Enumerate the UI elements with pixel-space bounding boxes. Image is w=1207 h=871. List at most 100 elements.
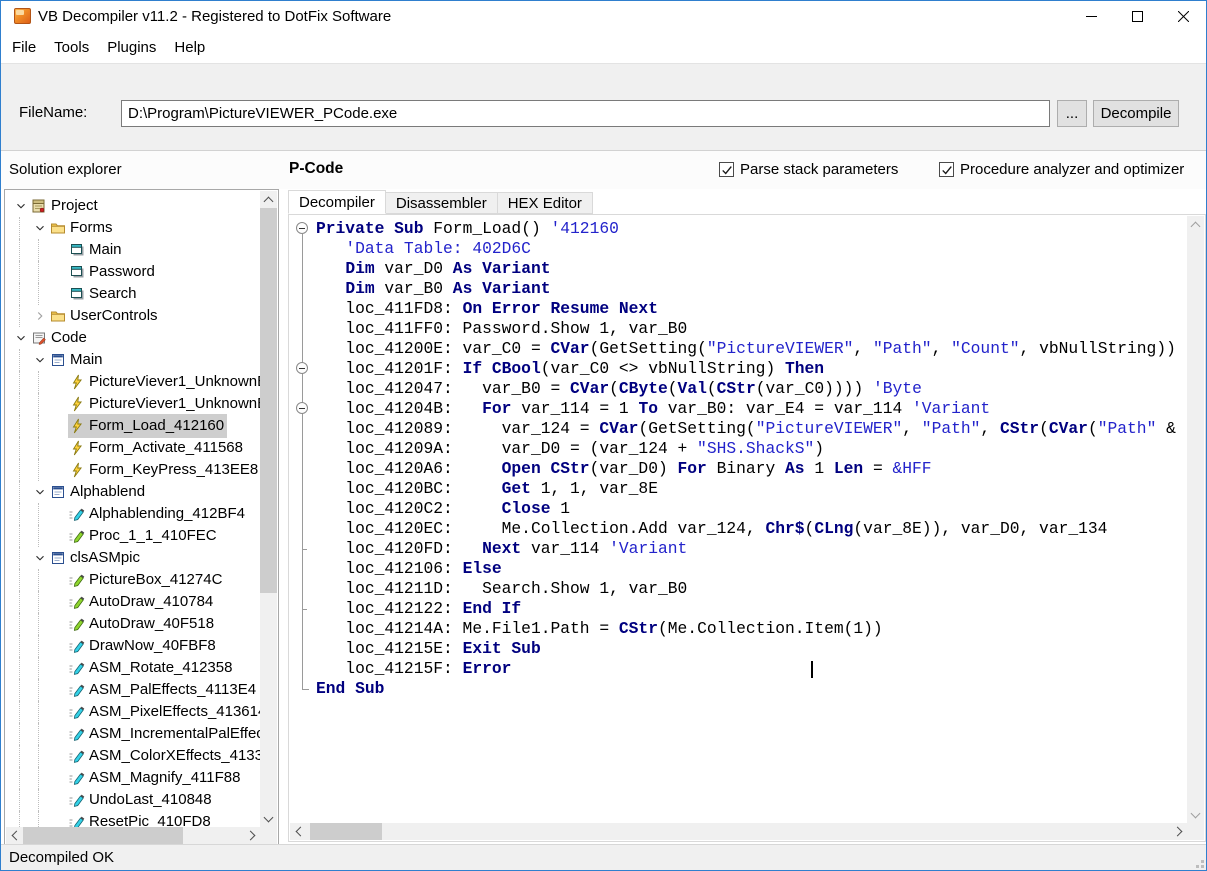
code-line[interactable]: Dim var_D0 As Variant (290, 259, 1187, 279)
tree-item-asm_rotate_412358[interactable]: ASM_Rotate_412358 (6, 657, 260, 679)
tree-item-form_load_412160[interactable]: Form_Load_412160 (6, 415, 260, 437)
chevron-expanded-icon[interactable] (31, 484, 49, 500)
code-line[interactable]: loc_41201F: If CBool(var_C0 <> vbNullStr… (290, 359, 1187, 379)
tree-item-form_keypress_413ee8[interactable]: Form_KeyPress_413EE8 (6, 459, 260, 481)
tree-item-undolast_410848[interactable]: UndoLast_410848 (6, 789, 260, 811)
tree-item-search[interactable]: Search (6, 283, 260, 305)
tree-indent-spacer (50, 638, 68, 654)
code-line[interactable]: loc_412106: Else (290, 559, 1187, 579)
tree-item-password[interactable]: Password (6, 261, 260, 283)
scrollbar-thumb[interactable] (23, 827, 183, 844)
tree-item-clsasmpic[interactable]: clsASMpic (6, 547, 260, 569)
code-line[interactable]: Private Sub Form_Load() '412160 (290, 219, 1187, 239)
code-line[interactable]: Dim var_B0 As Variant (290, 279, 1187, 299)
code-line[interactable]: loc_411FF0: Password.Show 1, var_B0 (290, 319, 1187, 339)
tree-item-proc_1_1_410fec[interactable]: Proc_1_1_410FEC (6, 525, 260, 547)
code-line[interactable]: loc_41214A: Me.File1.Path = CStr(Me.Coll… (290, 619, 1187, 639)
code-line[interactable]: 'Data Table: 402D6C (290, 239, 1187, 259)
menu-item-plugins[interactable]: Plugins (98, 34, 165, 61)
close-button[interactable] (1160, 1, 1206, 32)
menu-item-file[interactable]: File (3, 34, 45, 61)
chevron-expanded-icon[interactable] (31, 220, 49, 236)
tree-item-asm_colorxeffects_41336[interactable]: ASM_ColorXEffects_41336 (6, 745, 260, 767)
resize-grip-icon[interactable] (1191, 855, 1204, 868)
scroll-down-icon[interactable] (260, 810, 277, 827)
tree-item-main[interactable]: Main (6, 349, 260, 371)
chevron-collapsed-icon[interactable] (31, 308, 49, 324)
tree-item-asm_paleffects_4113e4[interactable]: ASM_PalEffects_4113E4 (6, 679, 260, 701)
scroll-up-icon[interactable] (1187, 216, 1204, 233)
code-line[interactable]: loc_41204B: For var_114 = 1 To var_B0: v… (290, 399, 1187, 419)
tree-item-pictureviever1_unknownev[interactable]: PictureViever1_UnknownEv (6, 393, 260, 415)
scrollbar-thumb[interactable] (310, 823, 382, 840)
code-line[interactable]: loc_412122: End If (290, 599, 1187, 619)
fold-collapse-icon[interactable] (290, 359, 316, 379)
title-bar[interactable]: VB Decompiler v11.2 - Registered to DotF… (1, 1, 1206, 32)
fold-collapse-icon[interactable] (290, 399, 316, 419)
menu-item-tools[interactable]: Tools (45, 34, 98, 61)
scroll-down-icon[interactable] (1187, 806, 1204, 823)
decompile-button[interactable]: Decompile (1093, 100, 1179, 127)
tree-item-alphablend[interactable]: Alphablend (6, 481, 260, 503)
code-line[interactable]: loc_41209A: var_D0 = (var_124 + "SHS.Sha… (290, 439, 1187, 459)
tree-item-drawnow_40fbf8[interactable]: DrawNow_40FBF8 (6, 635, 260, 657)
tree-item-autodraw_410784[interactable]: AutoDraw_410784 (6, 591, 260, 613)
scroll-right-icon[interactable] (243, 827, 260, 844)
tab-hex-editor[interactable]: HEX Editor (497, 192, 593, 214)
tree-item-main[interactable]: Main (6, 239, 260, 261)
tree-item-form_activate_411568[interactable]: Form_Activate_411568 (6, 437, 260, 459)
scroll-right-icon[interactable] (1170, 823, 1187, 840)
tree-item-code[interactable]: Code (6, 327, 260, 349)
tab-decompiler[interactable]: Decompiler (288, 190, 386, 214)
code-line[interactable]: loc_41215E: Exit Sub (290, 639, 1187, 659)
chevron-expanded-icon[interactable] (12, 330, 30, 346)
code-line[interactable]: End Sub (290, 679, 1187, 699)
browse-button[interactable]: ... (1057, 100, 1087, 127)
code-line[interactable]: loc_4120BC: Get 1, 1, var_8E (290, 479, 1187, 499)
code-line[interactable]: loc_412047: var_B0 = CVar(CByte(Val(CStr… (290, 379, 1187, 399)
fold-collapse-icon[interactable] (290, 219, 316, 239)
tree-hscrollbar[interactable] (6, 827, 260, 844)
minimize-button[interactable] (1068, 1, 1114, 32)
parse-stack-parameters-checkbox[interactable]: Parse stack parameters (719, 161, 898, 178)
chevron-expanded-icon[interactable] (31, 550, 49, 566)
procedure-analyzer-checkbox[interactable]: Procedure analyzer and optimizer (939, 161, 1184, 178)
tree-vscrollbar[interactable] (260, 191, 277, 827)
code-line[interactable]: loc_411FD8: On Error Resume Next (290, 299, 1187, 319)
code-line[interactable]: loc_41215F: Error (290, 659, 1187, 679)
filename-input[interactable] (121, 100, 1050, 127)
code-line[interactable]: loc_41200E: var_C0 = CVar(GetSetting("Pi… (290, 339, 1187, 359)
maximize-button[interactable] (1114, 1, 1160, 32)
code-line[interactable]: loc_4120EC: Me.Collection.Add var_124, C… (290, 519, 1187, 539)
menu-item-help[interactable]: Help (165, 34, 214, 61)
code-text: loc_411FD8: On Error Resume Next (316, 299, 658, 319)
code-line[interactable]: loc_4120FD: Next var_114 'Variant (290, 539, 1187, 559)
code-line[interactable]: loc_4120C2: Close 1 (290, 499, 1187, 519)
tab-disassembler[interactable]: Disassembler (385, 192, 498, 214)
scroll-left-icon[interactable] (290, 823, 307, 840)
scrollbar-thumb[interactable] (260, 208, 277, 593)
code-line[interactable]: loc_41211D: Search.Show 1, var_B0 (290, 579, 1187, 599)
scroll-left-icon[interactable] (6, 827, 23, 844)
tree-item-project[interactable]: Project (6, 195, 260, 217)
tree-item-resetpic_410fd8[interactable]: ResetPic_410FD8 (6, 811, 260, 827)
scroll-up-icon[interactable] (260, 191, 277, 208)
tree-item-forms[interactable]: Forms (6, 217, 260, 239)
code-hscrollbar[interactable] (290, 823, 1187, 840)
chevron-expanded-icon[interactable] (12, 198, 30, 214)
tree-item-usercontrols[interactable]: UserControls (6, 305, 260, 327)
tree-item-picturebox_41274c[interactable]: PictureBox_41274C (6, 569, 260, 591)
tree-item-alphablending_412bf4[interactable]: Alphablending_412BF4 (6, 503, 260, 525)
code-lines[interactable]: Private Sub Form_Load() '412160 'Data Ta… (290, 216, 1187, 823)
tree-item-asm_incrementalpaleffect[interactable]: ASM_IncrementalPalEffect (6, 723, 260, 745)
chevron-expanded-icon[interactable] (31, 352, 49, 368)
tree-item-autodraw_40f518[interactable]: AutoDraw_40F518 (6, 613, 260, 635)
tree-item-pictureviever1_unknownev[interactable]: PictureViever1_UnknownEv (6, 371, 260, 393)
tree-entry: PictureViever1_UnknownEv (68, 370, 260, 394)
tree-item-asm_magnify_411f88[interactable]: ASM_Magnify_411F88 (6, 767, 260, 789)
code-editor[interactable]: Private Sub Form_Load() '412160 'Data Ta… (288, 214, 1206, 842)
code-line[interactable]: loc_412089: var_124 = CVar(GetSetting("P… (290, 419, 1187, 439)
tree-item-asm_pixeleffects_413614[interactable]: ASM_PixelEffects_413614 (6, 701, 260, 723)
code-line[interactable]: loc_4120A6: Open CStr(var_D0) For Binary… (290, 459, 1187, 479)
code-vscrollbar[interactable] (1187, 216, 1204, 823)
